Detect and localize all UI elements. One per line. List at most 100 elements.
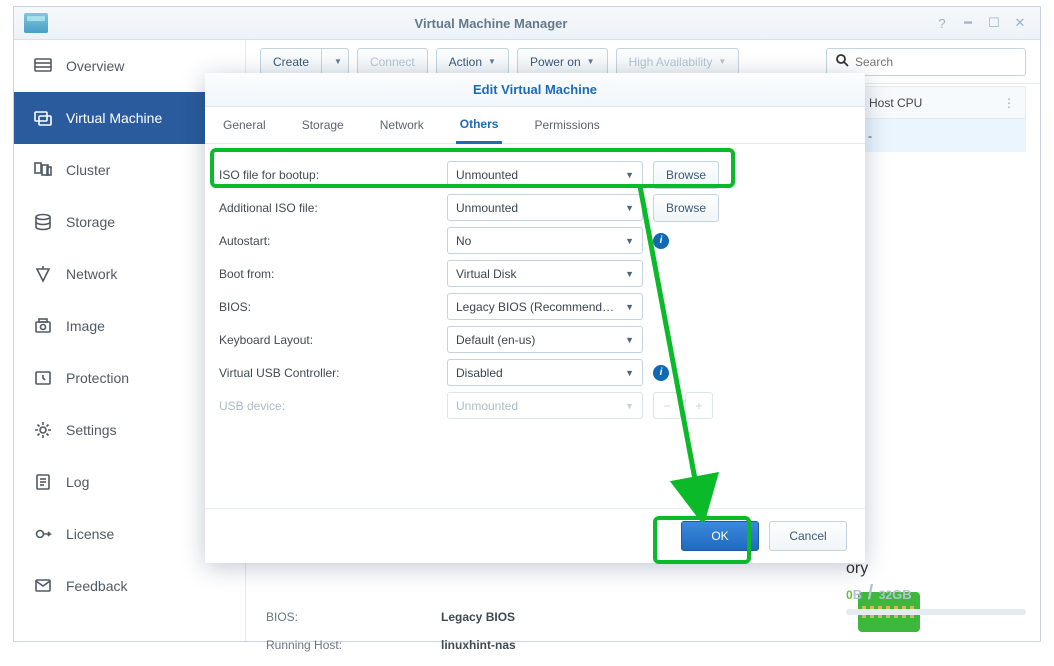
column-menu-icon[interactable]: ⋮ xyxy=(1003,96,1015,110)
autostart-row: Autostart: No▼ i xyxy=(219,224,851,257)
create-button-group: Create ▼ xyxy=(260,48,349,76)
search-box[interactable] xyxy=(826,48,1026,76)
license-icon xyxy=(32,523,54,545)
iso-bootup-select[interactable]: Unmounted▼ xyxy=(447,161,643,188)
power-on-button[interactable]: Power on▼ xyxy=(517,48,608,76)
bg-table-row[interactable]: - xyxy=(858,119,1026,152)
action-button[interactable]: Action ▼ xyxy=(436,48,509,76)
detail-row: BIOS: Legacy BIOS xyxy=(266,610,666,624)
ok-label: OK xyxy=(711,529,728,543)
cancel-label: Cancel xyxy=(789,529,826,543)
host-label: Running Host: xyxy=(266,638,441,652)
iso-bootup-row: ISO file for bootup: Unmounted▼ Browse xyxy=(219,158,851,191)
action-button-label: Action xyxy=(449,55,482,69)
select-value: No xyxy=(456,234,471,248)
iso-additional-browse-button[interactable]: Browse xyxy=(653,194,719,222)
autostart-label: Autostart: xyxy=(219,234,447,248)
window-help-button[interactable]: ? xyxy=(934,16,950,30)
tab-general[interactable]: General xyxy=(219,108,270,142)
boot-from-label: Boot from: xyxy=(219,267,447,281)
usb-controller-label: Virtual USB Controller: xyxy=(219,366,447,380)
connect-button[interactable]: Connect xyxy=(357,48,428,76)
boot-from-select[interactable]: Virtual Disk ▼ xyxy=(447,260,643,287)
tab-network[interactable]: Network xyxy=(376,108,428,142)
modal-tabs: General Storage Network Others Permissio… xyxy=(205,107,865,144)
connect-button-label: Connect xyxy=(370,55,415,69)
autostart-select[interactable]: No▼ xyxy=(447,227,643,254)
edit-vm-modal: Edit Virtual Machine General Storage Net… xyxy=(205,73,865,563)
detail-row: Running Host: linuxhint-nas xyxy=(266,638,666,652)
tab-permissions[interactable]: Permissions xyxy=(530,108,603,142)
usb-device-row: USB device: Unmounted ▼ − + xyxy=(219,389,851,422)
create-button[interactable]: Create xyxy=(260,48,321,76)
sidebar-item-label: License xyxy=(66,526,114,542)
host-cpu-value: - xyxy=(868,129,872,143)
modal-title: Edit Virtual Machine xyxy=(205,73,865,107)
tab-storage[interactable]: Storage xyxy=(298,108,348,142)
tab-others[interactable]: Others xyxy=(456,107,503,144)
sidebar-item-label: Cluster xyxy=(66,162,110,178)
select-value: Unmounted xyxy=(456,201,518,215)
ok-button[interactable]: OK xyxy=(681,521,759,551)
sidebar-item-label: Overview xyxy=(66,58,124,74)
create-button-label: Create xyxy=(273,55,309,69)
sidebar-item-label: Virtual Machine xyxy=(66,110,162,126)
sidebar-item-label: Feedback xyxy=(66,578,127,594)
iso-additional-row: Additional ISO file: Unmounted▼ Browse xyxy=(219,191,851,224)
image-icon xyxy=(32,315,54,337)
select-value: Unmounted xyxy=(456,168,518,182)
usb-controller-select[interactable]: Disabled ▼ xyxy=(447,359,643,386)
memory-total-unit: GB xyxy=(892,587,912,602)
window-minimize-button[interactable]: ━ xyxy=(960,16,976,30)
search-input[interactable] xyxy=(855,55,1017,69)
iso-bootup-label: ISO file for bootup: xyxy=(219,168,447,182)
window-controls: ? ━ ☐ ✕ xyxy=(934,16,1028,30)
create-dropdown-button[interactable]: ▼ xyxy=(321,48,349,76)
chevron-down-icon: ▼ xyxy=(625,269,634,279)
keyboard-row: Keyboard Layout: Default (en-us)▼ xyxy=(219,323,851,356)
usb-device-select: Unmounted ▼ xyxy=(447,392,643,419)
modal-form: ISO file for bootup: Unmounted▼ Browse A… xyxy=(205,144,865,508)
high-availability-button[interactable]: High Availability▼ xyxy=(616,48,740,76)
feedback-icon xyxy=(32,575,54,597)
keyboard-label: Keyboard Layout: xyxy=(219,333,447,347)
chevron-down-icon: ▼ xyxy=(488,57,496,66)
chevron-down-icon: ▼ xyxy=(718,57,726,66)
window-close-button[interactable]: ✕ xyxy=(1012,16,1028,30)
select-value: Disabled xyxy=(456,366,503,380)
settings-icon xyxy=(32,419,54,441)
chevron-down-icon: ▼ xyxy=(625,401,634,411)
power-on-button-label: Power on xyxy=(530,55,581,69)
cancel-button[interactable]: Cancel xyxy=(769,521,847,551)
protection-icon xyxy=(32,367,54,389)
keyboard-select[interactable]: Default (en-us)▼ xyxy=(447,326,643,353)
memory-label-suffix: ory xyxy=(846,560,1026,578)
cluster-icon xyxy=(32,159,54,181)
iso-additional-select[interactable]: Unmounted ▼ xyxy=(447,194,643,221)
chevron-down-icon: ▼ xyxy=(625,335,634,345)
info-icon[interactable]: i xyxy=(653,365,669,381)
add-button: + xyxy=(685,392,713,419)
select-value: Unmounted xyxy=(456,399,518,413)
window-maximize-button[interactable]: ☐ xyxy=(986,16,1002,30)
iso-bootup-browse-button[interactable]: Browse xyxy=(653,161,719,189)
app-icon xyxy=(24,13,48,33)
usb-controller-row: Virtual USB Controller: Disabled ▼ i xyxy=(219,356,851,389)
bios-value: Legacy BIOS xyxy=(441,610,515,624)
modal-footer: OK Cancel xyxy=(205,508,865,563)
select-value: Virtual Disk xyxy=(456,267,516,281)
chevron-down-icon: ▼ xyxy=(625,368,634,378)
browse-label: Browse xyxy=(666,201,706,215)
info-icon[interactable]: i xyxy=(653,233,669,249)
chevron-down-icon: ▼ xyxy=(625,203,634,213)
sidebar-item-label: Protection xyxy=(66,370,129,386)
sidebar-item-feedback[interactable]: Feedback xyxy=(14,560,245,612)
storage-icon xyxy=(32,211,54,233)
host-value: linuxhint-nas xyxy=(441,638,516,652)
bios-select[interactable]: Legacy BIOS (Recommended)▼ xyxy=(447,293,643,320)
memory-value: 0B / 32GB xyxy=(846,582,1026,605)
memory-total: 32 xyxy=(879,588,892,602)
usb-device-label: USB device: xyxy=(219,399,447,413)
remove-button: − xyxy=(653,392,681,419)
memory-bar xyxy=(846,609,1026,615)
